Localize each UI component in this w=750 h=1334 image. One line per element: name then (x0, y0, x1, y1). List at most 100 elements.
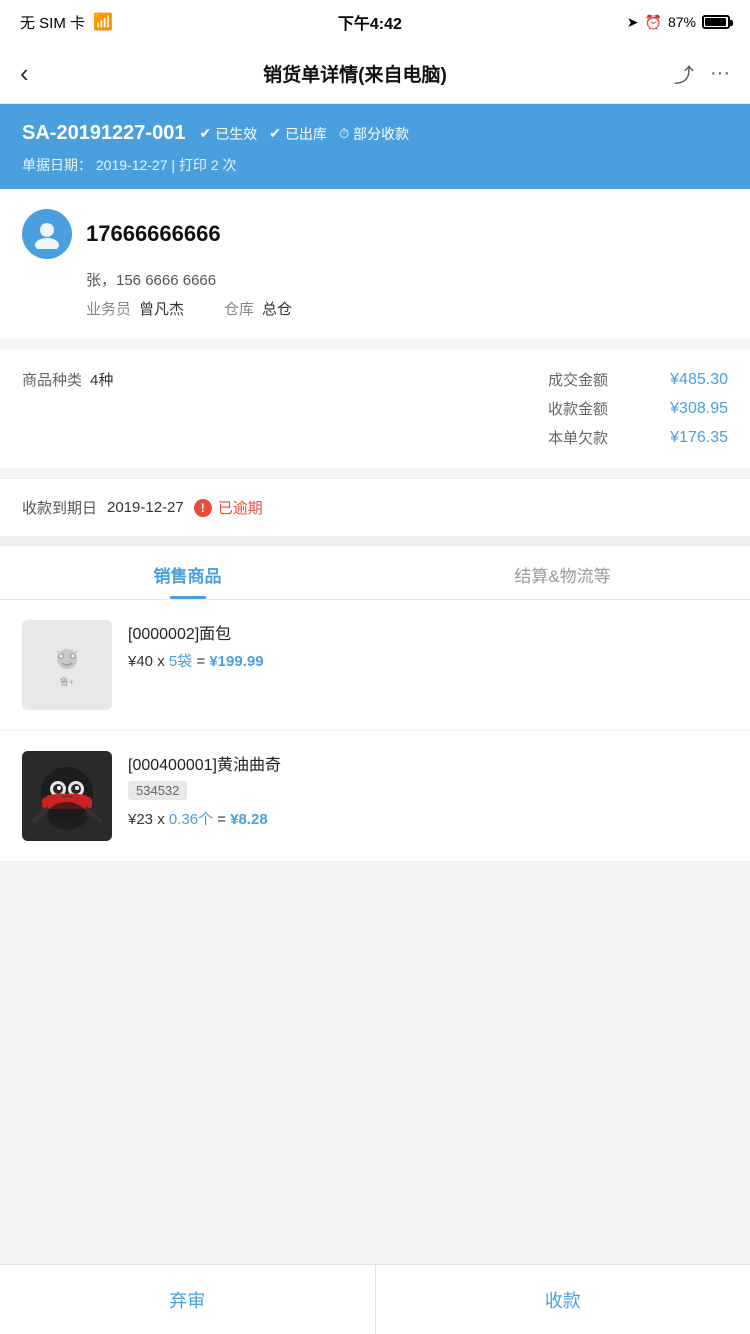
received-amount-row: 收款金额 ¥308.95 (548, 398, 728, 419)
badge-shipped-text: 已出库 (285, 124, 327, 144)
tab-sales-label: 销售商品 (154, 567, 222, 586)
more-icon[interactable]: ··· (710, 62, 730, 85)
receive-payment-label: 收款 (545, 1287, 581, 1313)
badge-partial-text: 部分收款 (353, 124, 409, 144)
product-name-1: [0000002]面包 (128, 620, 728, 644)
badge-activated: ✔ 已生效 (199, 124, 257, 144)
meta-date-value: 2019-12-27 (96, 157, 168, 173)
meta-print-info: 打印 2 次 (179, 157, 237, 173)
badge-shipped: ✔ 已出库 (269, 124, 327, 144)
tab-settlement[interactable]: 结算&物流等 (375, 546, 750, 599)
received-value: ¥308.95 (638, 400, 728, 418)
price-base-2: ¥23 (128, 811, 153, 828)
owed-value: ¥176.35 (638, 429, 728, 447)
tab-sales-products[interactable]: 销售商品 (0, 546, 375, 599)
product-info-2: [000400001]黄油曲奇 534532 ¥23 x 0.36个 = ¥8.… (128, 751, 728, 829)
battery-text: 87% (668, 14, 696, 30)
overdue-date: 2019-12-27 (107, 499, 184, 516)
price-total-1: ¥199.99 (209, 653, 263, 670)
order-id: SA-20191227-001 (22, 122, 185, 145)
deal-amount-label: 成交金额 (548, 369, 608, 390)
product-thumbnail-2 (22, 751, 112, 841)
sales-value: 曾凡杰 (139, 298, 184, 319)
location-icon: ➤ (627, 14, 639, 31)
check-icon-2: ✔ (269, 125, 281, 142)
order-meta: 单据日期： 2019-12-27 | 打印 2 次 (22, 155, 728, 175)
status-right: ➤ ⏰ 87% (627, 14, 730, 31)
price-base-1: ¥40 (128, 653, 153, 670)
price-eq-1: = (196, 653, 209, 670)
price-eq-2: = (217, 811, 230, 828)
sales-detail: 业务员 曾凡杰 (86, 298, 184, 319)
badge-partial: ⏱ 部分收款 (339, 124, 409, 144)
overdue-section: 收款到期日 2019-12-27 ! 已逾期 (0, 478, 750, 536)
no-sim-text: 无 SIM 卡 (20, 12, 85, 33)
overdue-badge: ! 已逾期 (194, 497, 263, 518)
price-x-2: x (157, 811, 169, 828)
product-tag-2: 534532 (128, 781, 187, 800)
status-bar: 无 SIM 卡 📶 下午4:42 ➤ ⏰ 87% (0, 0, 750, 44)
product-types-row: 商品种类 4种 (22, 369, 113, 390)
product-item-2: [000400001]黄油曲奇 534532 ¥23 x 0.36个 = ¥8.… (0, 731, 750, 862)
order-header: SA-20191227-001 ✔ 已生效 ✔ 已出库 ⏱ 部分收款 单据日期：… (0, 104, 750, 189)
section-divider (0, 536, 750, 546)
owed-label: 本单欠款 (548, 427, 608, 448)
customer-phone: 17666666666 (86, 221, 221, 247)
svg-text:鲁+: 鲁+ (60, 676, 74, 687)
price-total-2: ¥8.28 (230, 811, 268, 828)
cancel-review-button[interactable]: 弃审 (0, 1265, 376, 1334)
overdue-label: 收款到期日 (22, 497, 97, 518)
meta-date-label: 单据日期： (22, 157, 92, 173)
meta-separator: | (171, 157, 179, 173)
customer-name: 张，156 6666 6666 (22, 269, 728, 290)
nav-actions: ⤴ ··· (650, 59, 730, 88)
status-time: 下午4:42 (338, 10, 402, 34)
price-x-1: x (157, 653, 169, 670)
owed-amount-row: 本单欠款 ¥176.35 (548, 427, 728, 448)
product-item: 鲁+ [0000002]面包 ¥40 x 5袋 = ¥199.99 (0, 600, 750, 731)
tab-settlement-label: 结算&物流等 (514, 567, 610, 586)
product-price-1: ¥40 x 5袋 = ¥199.99 (128, 650, 728, 671)
check-icon-1: ✔ (199, 125, 211, 142)
bottom-bar: 弃审 收款 (0, 1264, 750, 1334)
overdue-dot-icon: ! (194, 499, 212, 517)
tabs-bar: 销售商品 结算&物流等 (0, 546, 750, 600)
product-info-1: [0000002]面包 ¥40 x 5袋 = ¥199.99 (128, 620, 728, 671)
price-qty-1: 5袋 (169, 653, 192, 670)
products-list: 鲁+ [0000002]面包 ¥40 x 5袋 = ¥199.99 (0, 600, 750, 862)
deal-amount-row: 成交金额 ¥485.30 (548, 369, 728, 390)
warehouse-detail: 仓库 总仓 (224, 298, 292, 319)
alarm-icon: ⏰ (645, 14, 662, 31)
price-qty-2: 0.36个 (169, 811, 213, 828)
warehouse-label: 仓库 (224, 298, 254, 319)
battery-icon (702, 15, 730, 29)
bottom-spacer (0, 862, 750, 942)
deal-amount-value: ¥485.30 (638, 371, 728, 389)
back-button[interactable]: ‹ (20, 58, 60, 89)
customer-section: 17666666666 张，156 6666 6666 业务员 曾凡杰 仓库 总… (0, 189, 750, 339)
customer-top: 17666666666 (22, 209, 728, 259)
types-label: 商品种类 (22, 369, 82, 390)
clock-icon: ⏱ (339, 126, 349, 142)
types-value: 4种 (90, 369, 113, 390)
customer-details: 业务员 曾凡杰 仓库 总仓 (22, 298, 728, 319)
overdue-text: 已逾期 (218, 497, 263, 518)
summary-left: 商品种类 4种 (22, 369, 113, 390)
product-name-2: [000400001]黄油曲奇 (128, 751, 728, 775)
avatar (22, 209, 72, 259)
nav-bar: ‹ 销货单详情(来自电脑) ⤴ ··· (0, 44, 750, 104)
share-icon[interactable]: ⤴ (674, 59, 694, 88)
summary-section: 商品种类 4种 成交金额 ¥485.30 收款金额 ¥308.95 本单欠款 ¥… (0, 349, 750, 468)
cancel-review-label: 弃审 (169, 1287, 205, 1313)
summary-right: 成交金额 ¥485.30 收款金额 ¥308.95 本单欠款 ¥176.35 (548, 369, 728, 448)
order-badges: ✔ 已生效 ✔ 已出库 ⏱ 部分收款 (199, 124, 409, 144)
product-price-2: ¥23 x 0.36个 = ¥8.28 (128, 808, 728, 829)
received-label: 收款金额 (548, 398, 608, 419)
badge-activated-text: 已生效 (215, 124, 257, 144)
sales-label: 业务员 (86, 298, 131, 319)
warehouse-value: 总仓 (262, 298, 292, 319)
status-left: 无 SIM 卡 📶 (20, 12, 113, 33)
wifi-icon: 📶 (93, 12, 113, 32)
page-title: 销货单详情(来自电脑) (60, 60, 650, 87)
receive-payment-button[interactable]: 收款 (376, 1265, 750, 1334)
